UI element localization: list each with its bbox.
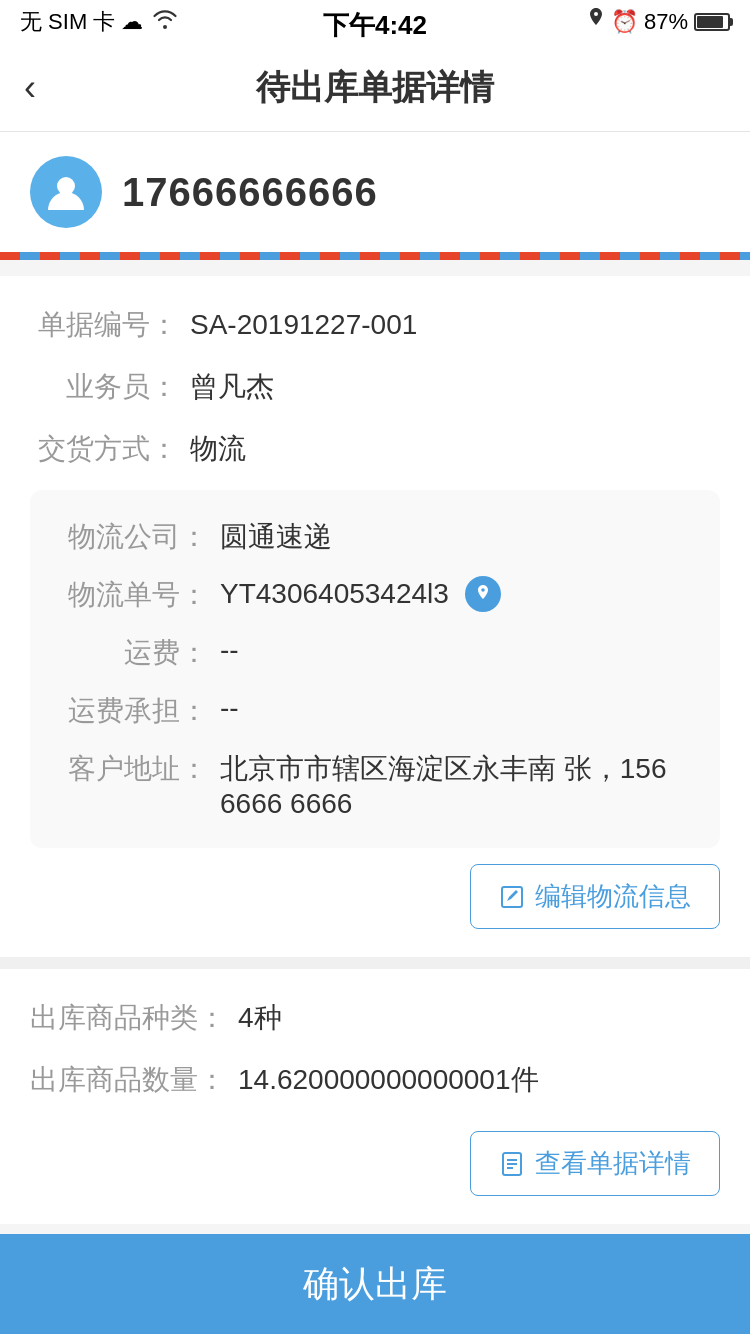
status-left: 无 SIM 卡 ☁ — [20, 7, 179, 37]
battery-icon — [694, 13, 730, 31]
wifi-icon — [151, 9, 179, 35]
dashed-divider — [0, 252, 750, 260]
logistics-company-label: 物流公司： — [60, 518, 220, 556]
document-info-section: 单据编号： SA-20191227-001 业务员： 曾凡杰 交货方式： 物流 … — [0, 276, 750, 957]
logistics-card: 物流公司： 圆通速递 物流单号： YT43064053424l3 运费： -- … — [30, 490, 720, 848]
logistics-company-row: 物流公司： 圆通速递 — [60, 518, 690, 556]
goods-type-value: 4种 — [238, 997, 720, 1039]
person-icon — [44, 170, 88, 214]
view-detail-button[interactable]: 查看单据详情 — [470, 1131, 720, 1196]
freight-bearer-row: 运费承担： -- — [60, 692, 690, 730]
address-label: 客户地址： — [60, 750, 220, 788]
track-location-button[interactable] — [465, 576, 501, 612]
user-header: 17666666666 — [0, 132, 750, 252]
logistics-tracking-value: YT43064053424l3 — [220, 576, 690, 612]
alarm-icon: ⏰ — [611, 9, 638, 35]
section-divider — [0, 957, 750, 969]
salesperson-label: 业务员： — [30, 366, 190, 408]
view-detail-container: 查看单据详情 — [30, 1131, 720, 1196]
confirm-outbound-button[interactable]: 确认出库 — [0, 1234, 750, 1334]
goods-quantity-label: 出库商品数量： — [30, 1059, 238, 1101]
freight-label: 运费： — [60, 634, 220, 672]
freight-bearer-value: -- — [220, 692, 690, 724]
delivery-row: 交货方式： 物流 — [30, 428, 720, 470]
logistics-tracking-label: 物流单号： — [60, 576, 220, 614]
goods-section: 出库商品种类： 4种 出库商品数量： 14.620000000000001件 查… — [0, 969, 750, 1224]
goods-type-label: 出库商品种类： — [30, 997, 238, 1039]
freight-value: -- — [220, 634, 690, 666]
document-number-row: 单据编号： SA-20191227-001 — [30, 304, 720, 346]
edit-icon — [499, 884, 525, 910]
logistics-tracking-row: 物流单号： YT43064053424l3 — [60, 576, 690, 614]
goods-quantity-row: 出库商品数量： 14.620000000000001件 — [30, 1059, 720, 1101]
edit-logistics-label: 编辑物流信息 — [535, 879, 691, 914]
delivery-value: 物流 — [190, 428, 720, 470]
location-service-icon — [587, 8, 605, 36]
edit-logistics-button[interactable]: 编辑物流信息 — [470, 864, 720, 929]
logistics-company-value: 圆通速递 — [220, 518, 690, 556]
status-bar: 无 SIM 卡 ☁ 下午4:42 ⏰ 87% — [0, 0, 750, 44]
battery-percent: 87% — [644, 9, 688, 35]
page-title: 待出库单据详情 — [256, 65, 494, 111]
nav-bar: ‹ 待出库单据详情 — [0, 44, 750, 132]
address-value: 北京市市辖区海淀区永丰南 张，156 6666 6666 — [220, 750, 690, 820]
salesperson-row: 业务员： 曾凡杰 — [30, 366, 720, 408]
freight-bearer-label: 运费承担： — [60, 692, 220, 730]
document-number-label: 单据编号： — [30, 304, 190, 346]
edit-logistics-container: 编辑物流信息 — [30, 864, 720, 929]
salesperson-value: 曾凡杰 — [190, 366, 720, 408]
sim-status: 无 SIM 卡 ☁ — [20, 7, 143, 37]
confirm-btn-label: 确认出库 — [303, 1260, 447, 1309]
user-phone: 17666666666 — [122, 170, 378, 215]
goods-quantity-value: 14.620000000000001件 — [238, 1059, 720, 1101]
freight-row: 运费： -- — [60, 634, 690, 672]
document-number-value: SA-20191227-001 — [190, 304, 720, 346]
back-button[interactable]: ‹ — [24, 70, 36, 106]
document-icon — [499, 1151, 525, 1177]
status-time: 下午4:42 — [323, 8, 427, 43]
delivery-label: 交货方式： — [30, 428, 190, 470]
status-right: ⏰ 87% — [587, 8, 730, 36]
view-detail-label: 查看单据详情 — [535, 1146, 691, 1181]
goods-type-row: 出库商品种类： 4种 — [30, 997, 720, 1039]
avatar — [30, 156, 102, 228]
address-row: 客户地址： 北京市市辖区海淀区永丰南 张，156 6666 6666 — [60, 750, 690, 820]
